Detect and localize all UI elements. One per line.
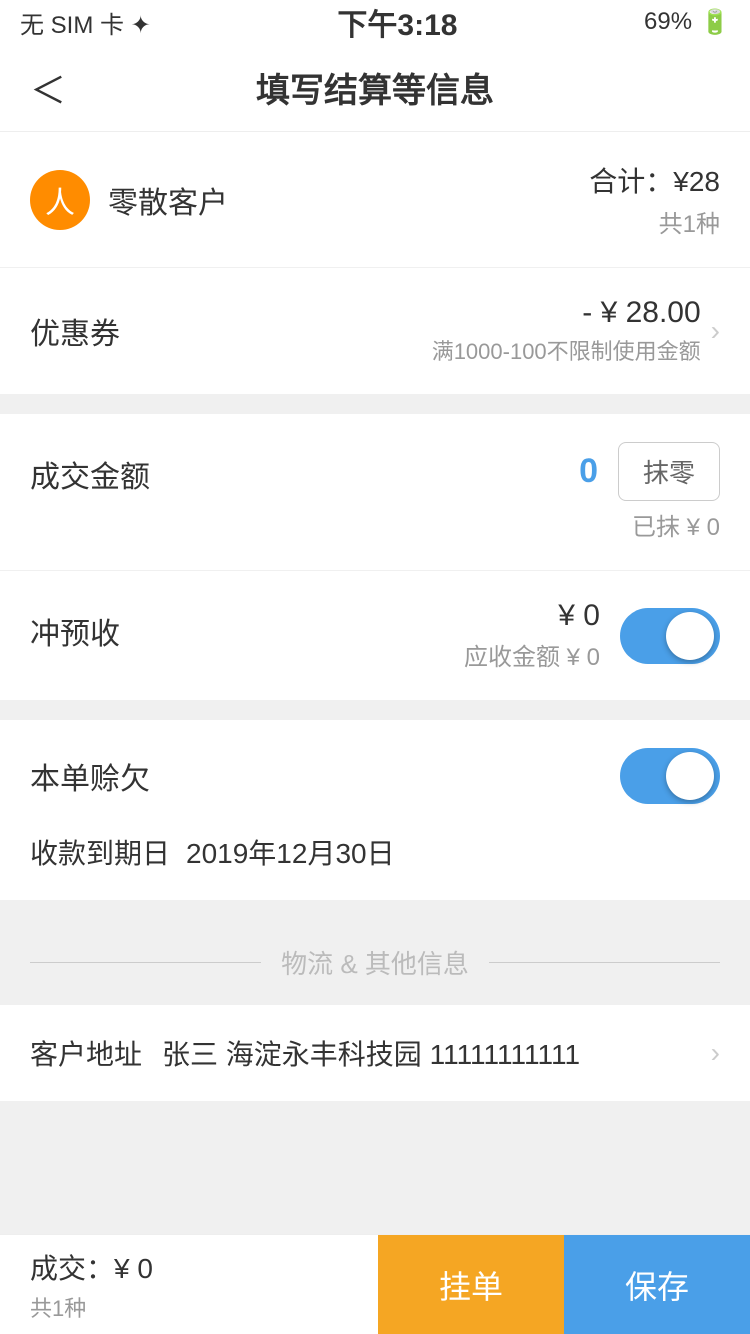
status-left: 无 SIM 卡 ✦ xyxy=(20,5,151,40)
logistics-line-right xyxy=(489,962,720,963)
due-date: 2019年12月30日 xyxy=(186,832,395,872)
save-button[interactable]: 保存 xyxy=(564,1235,750,1334)
coupon-desc: 满1000-100不限制使用金额 xyxy=(432,334,701,366)
prepay-sub: 应收金额 ¥ 0 xyxy=(464,637,600,672)
debt-row: 本单赊欠 xyxy=(0,720,750,832)
amount-row: 成交金额 0 抹零 xyxy=(0,414,750,501)
amount-sub-text: 已抹 ¥ 0 xyxy=(0,501,750,570)
footer-deal: 成交：¥ 0 xyxy=(30,1247,348,1287)
customer-total: 合计：¥28 xyxy=(589,160,720,200)
debt-label: 本单赊欠 xyxy=(30,754,150,798)
customer-name: 零散客户 xyxy=(108,178,228,222)
prepay-toggle[interactable] xyxy=(620,608,720,664)
footer: 成交：¥ 0 共1种 挂单 保存 xyxy=(0,1234,750,1334)
back-button[interactable]: ＜ xyxy=(30,62,66,114)
debt-section: 本单赊欠 收款到期日 2019年12月30日 xyxy=(0,720,750,900)
prepay-label: 冲预收 xyxy=(30,599,120,653)
footer-deal-label: 成交： xyxy=(30,1253,114,1284)
prepay-row: 冲预收 ¥ 0 应收金额 ¥ 0 xyxy=(0,570,750,700)
customer-row: 人 零散客户 合计：¥28 共1种 xyxy=(0,132,750,267)
coupon-value: - ¥ 28.00 满1000-100不限制使用金额 xyxy=(432,296,701,366)
address-value: 张三 海淀永丰科技园 11111111111 xyxy=(162,1033,711,1073)
coupon-right: - ¥ 28.00 满1000-100不限制使用金额 › xyxy=(432,296,720,366)
amount-right: 0 抹零 xyxy=(579,442,720,501)
amount-section: 成交金额 0 抹零 已抹 ¥ 0 冲预收 ¥ 0 应收金额 ¥ 0 xyxy=(0,414,750,700)
amount-label: 成交金额 xyxy=(30,442,150,496)
customer-left: 人 零散客户 xyxy=(30,170,228,230)
logistics-text: 物流 & 其他信息 xyxy=(261,944,489,981)
avatar: 人 xyxy=(30,170,90,230)
avatar-icon: 人 xyxy=(45,178,75,222)
battery-level: 69% xyxy=(644,8,692,36)
due-row: 收款到期日 2019年12月30日 xyxy=(0,832,750,900)
coupon-label: 优惠券 xyxy=(30,309,120,353)
round-button[interactable]: 抹零 xyxy=(618,442,720,501)
logistics-divider: 物流 & 其他信息 xyxy=(0,920,750,1005)
footer-deal-amount: ¥ 0 xyxy=(114,1253,153,1284)
customer-section: 人 零散客户 合计：¥28 共1种 优惠券 - ¥ 28.00 满1000-10… xyxy=(0,132,750,394)
address-label: 客户地址 xyxy=(30,1033,142,1073)
address-chevron-icon: › xyxy=(711,1037,720,1069)
status-time: 下午3:18 xyxy=(337,0,457,44)
prepay-value: ¥ 0 应收金额 ¥ 0 xyxy=(464,599,600,672)
chevron-right-icon: › xyxy=(711,315,720,347)
address-section: 客户地址 张三 海淀永丰科技园 11111111111 › xyxy=(0,1005,750,1101)
debt-toggle-knob xyxy=(666,752,714,800)
customer-count: 共1种 xyxy=(589,204,720,239)
due-label: 收款到期日 xyxy=(30,832,170,872)
prepay-amount: ¥ 0 xyxy=(464,599,600,633)
footer-info: 成交：¥ 0 共1种 xyxy=(0,1235,378,1334)
toggle-knob xyxy=(666,612,714,660)
status-right: 69% 🔋 xyxy=(644,8,730,37)
content: 人 零散客户 合计：¥28 共1种 优惠券 - ¥ 28.00 满1000-10… xyxy=(0,132,750,1201)
footer-count: 共1种 xyxy=(30,1291,348,1323)
page-title: 填写结算等信息 xyxy=(256,63,494,112)
nav-bar: ＜ 填写结算等信息 xyxy=(0,44,750,132)
battery-icon: 🔋 xyxy=(700,8,730,37)
prepay-right: ¥ 0 应收金额 ¥ 0 xyxy=(464,599,720,672)
debt-toggle[interactable] xyxy=(620,748,720,804)
logistics-line-left xyxy=(30,962,261,963)
coupon-amount: - ¥ 28.00 xyxy=(432,296,701,330)
coupon-row[interactable]: 优惠券 - ¥ 28.00 满1000-100不限制使用金额 › xyxy=(0,267,750,394)
customer-right: 合计：¥28 共1种 xyxy=(589,160,720,239)
sim-status: 无 SIM 卡 ✦ xyxy=(20,5,151,40)
status-bar: 无 SIM 卡 ✦ 下午3:18 69% 🔋 xyxy=(0,0,750,44)
address-row[interactable]: 客户地址 张三 海淀永丰科技园 11111111111 › xyxy=(0,1005,750,1101)
amount-number: 0 xyxy=(579,452,598,491)
hold-button[interactable]: 挂单 xyxy=(378,1235,564,1334)
